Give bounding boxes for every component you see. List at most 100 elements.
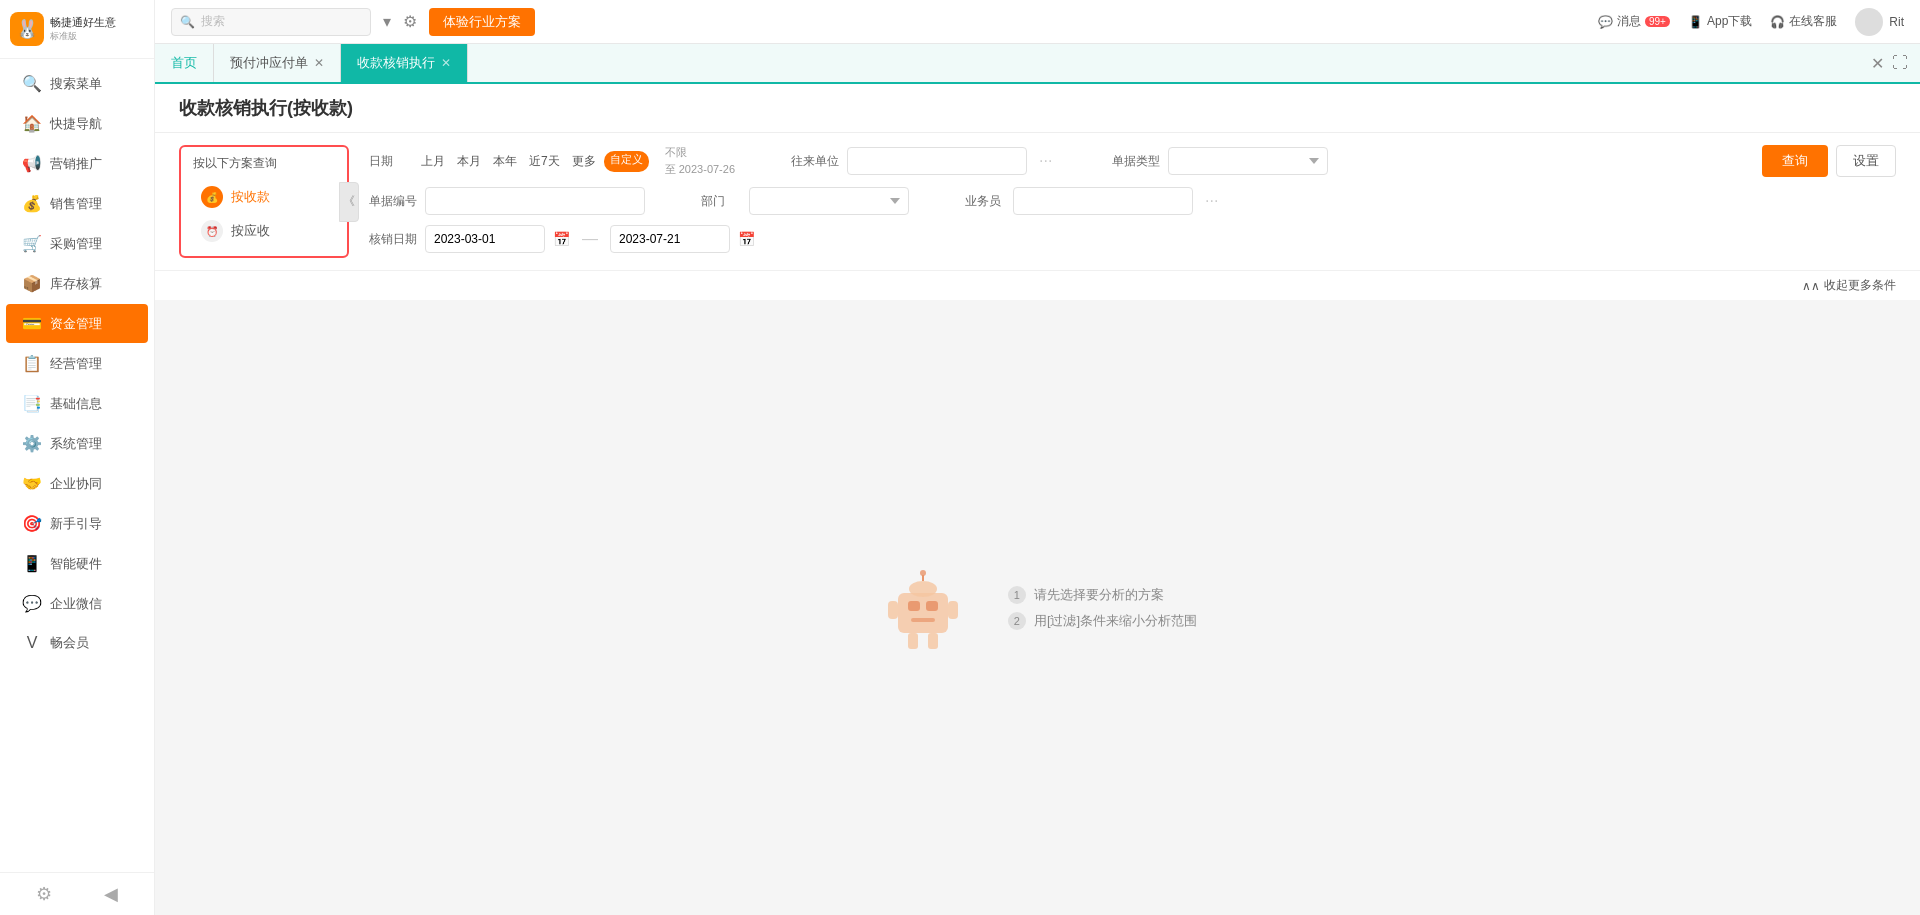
svg-rect-4 [888,601,898,619]
calendar-end-icon[interactable]: 📅 [738,231,755,247]
filter-row-2: 单据编号 部门 业务员 ··· [369,187,1896,215]
collection-icon: 💰 [201,186,223,208]
logo-area: 🐰 畅捷通好生意 标准版 [0,0,154,59]
tab-prepay[interactable]: 预付冲应付单 ✕ [214,44,341,82]
sidebar-item-marketing[interactable]: 📢营销推广 [6,144,148,183]
topbar-search-box[interactable]: 🔍 搜索 [171,8,371,36]
search-icon: 🔍 [22,74,42,93]
filter-by-collection[interactable]: 💰 按收款 [193,180,335,214]
sidebar-item-search[interactable]: 🔍搜索菜单 [6,64,148,103]
dept-select[interactable] [749,187,909,215]
main-area: 🔍 搜索 ▾ ⚙ 体验行业方案 💬 消息 99+ 📱 App下载 🎧 在线客服 … [155,0,1920,915]
sidebar-item-funds[interactable]: 💳资金管理 [6,304,148,343]
sidebar-item-inventory[interactable]: 📦库存核算 [6,264,148,303]
marketing-icon: 📢 [22,154,42,173]
user-info[interactable]: Rit [1855,8,1904,36]
staff-label: 业务员 [965,193,1005,210]
svg-point-10 [920,570,926,576]
filter-area: 按以下方案查询 💰 按收款 ⏰ 按应收 《 日期 [155,133,1920,270]
operations-icon: 📋 [22,354,42,373]
filter-form: 日期 上月 本月 本年 近7天 更多 自定义 不限 至 2023-07-26 [369,145,1896,258]
sidebar-item-quicknav[interactable]: 🏠快捷导航 [6,104,148,143]
sidebar-item-hardware[interactable]: 📱智能硬件 [6,544,148,583]
filter-by-receivable[interactable]: ⏰ 按应收 [193,214,335,248]
tab-collection[interactable]: 收款核销执行✕ [341,44,468,82]
content-area: 收款核销执行(按收款) ↗ 导出 ↻ 刷新 按以下方案查询 💰 按收款 [155,84,1920,915]
settings-bottom-icon[interactable]: ⚙ [36,883,52,905]
staff-dots[interactable]: ··· [1201,192,1222,210]
date-end-display: 至 2023-07-26 [665,162,735,177]
sidebar-item-operations[interactable]: 📋 经营管理 [6,344,148,383]
search-placeholder-text: 搜索 [201,13,225,30]
sidebar-item-sales[interactable]: 💰销售管理 [6,184,148,223]
sidebar-label-hardware: 智能硬件 [50,555,102,573]
online-service-button[interactable]: 🎧 在线客服 [1770,13,1837,30]
tab-label-home: 首页 [171,54,197,72]
sidebar-label-wechat: 企业微信 [50,595,102,613]
query-button[interactable]: 查询 [1762,145,1828,177]
sidebar-item-system[interactable]: ⚙️系统管理 [6,424,148,463]
message-button[interactable]: 💬 消息 99+ [1598,13,1670,30]
member-icon: V [22,634,42,652]
doc-num-input[interactable] [425,187,645,215]
svg-rect-6 [908,633,918,649]
system-icon: ⚙️ [22,434,42,453]
sidebar-label-funds: 资金管理 [50,315,102,333]
partner-dots[interactable]: ··· [1035,152,1056,170]
close-tab-icon[interactable]: ✕ [1871,54,1884,73]
dropdown-icon[interactable]: ▾ [383,12,391,31]
sidebar-item-purchase[interactable]: 🛒采购管理 [6,224,148,263]
calendar-start-icon[interactable]: 📅 [553,231,570,247]
empty-illustration [878,563,968,653]
date-more[interactable]: 更多 [568,151,600,172]
date-7days[interactable]: 近7天 [525,151,564,172]
doc-type-select[interactable] [1168,147,1328,175]
sidebar-item-basic[interactable]: 📑基础信息 [6,384,148,423]
collapse-sidebar-icon[interactable]: ◀ [104,883,118,905]
staff-input[interactable] [1013,187,1193,215]
verify-date-start[interactable] [425,225,545,253]
date-this-year[interactable]: 本年 [489,151,521,172]
panel-collapse-btn[interactable]: 《 [339,182,359,222]
inventory-icon: 📦 [22,274,42,293]
dept-label: 部门 [701,193,741,210]
tabbar: 首页预付冲应付单✕收款核销执行✕ ✕ ⛶ [155,44,1920,84]
tip-num-1: 1 [1008,586,1026,604]
tab-home[interactable]: 首页 [155,44,214,82]
guide-icon: 🎯 [22,514,42,533]
sidebar-item-cooperation[interactable]: 🤝企业协同 [6,464,148,503]
robot-svg [878,563,968,653]
partner-input[interactable] [847,147,1027,175]
doc-num-filter: 单据编号 [369,187,645,215]
message-icon: 💬 [1598,15,1613,29]
app-download-button[interactable]: 📱 App下载 [1688,13,1752,30]
svg-rect-7 [928,633,938,649]
svg-rect-2 [926,601,938,611]
date-this-month[interactable]: 本月 [453,151,485,172]
sidebar-label-operations: 经营管理 [50,355,102,373]
service-icon: 🎧 [1770,15,1785,29]
logo-badge: 标准版 [50,30,116,43]
topbar-right-area: 💬 消息 99+ 📱 App下载 🎧 在线客服 Rit [1598,8,1904,36]
date-last-month[interactable]: 上月 [417,151,449,172]
sidebar-item-guide[interactable]: 🎯 新手引导 [6,504,148,543]
tab-close-collection[interactable]: ✕ [441,56,451,70]
date-custom-tag[interactable]: 自定义 [604,151,649,172]
empty-tips: 1 请先选择要分析的方案 2 用[过滤]条件来缩小分析范围 [1008,586,1197,630]
empty-tip-2: 2 用[过滤]条件来缩小分析范围 [1008,612,1197,630]
sidebar-label-guide: 新手引导 [50,515,102,533]
date-no-limit-text: 不限 [665,145,735,160]
fullscreen-icon[interactable]: ⛶ [1892,54,1908,72]
settings-button[interactable]: 设置 [1836,145,1896,177]
solution-button[interactable]: 体验行业方案 [429,8,535,36]
sidebar-item-wechat[interactable]: 💬企业微信 [6,584,148,623]
verify-date-end[interactable] [610,225,730,253]
tab-close-prepay[interactable]: ✕ [314,56,324,70]
gear-icon[interactable]: ⚙ [403,12,417,31]
app-icon: 📱 [1688,15,1703,29]
partner-filter: 往来单位 ··· [791,147,1056,175]
sidebar-item-member[interactable]: V畅会员 [6,624,148,662]
tab-label-prepay: 预付冲应付单 [230,54,308,72]
doc-type-label: 单据类型 [1112,153,1160,170]
collapse-more-button[interactable]: ∧∧ 收起更多条件 [1802,277,1896,294]
